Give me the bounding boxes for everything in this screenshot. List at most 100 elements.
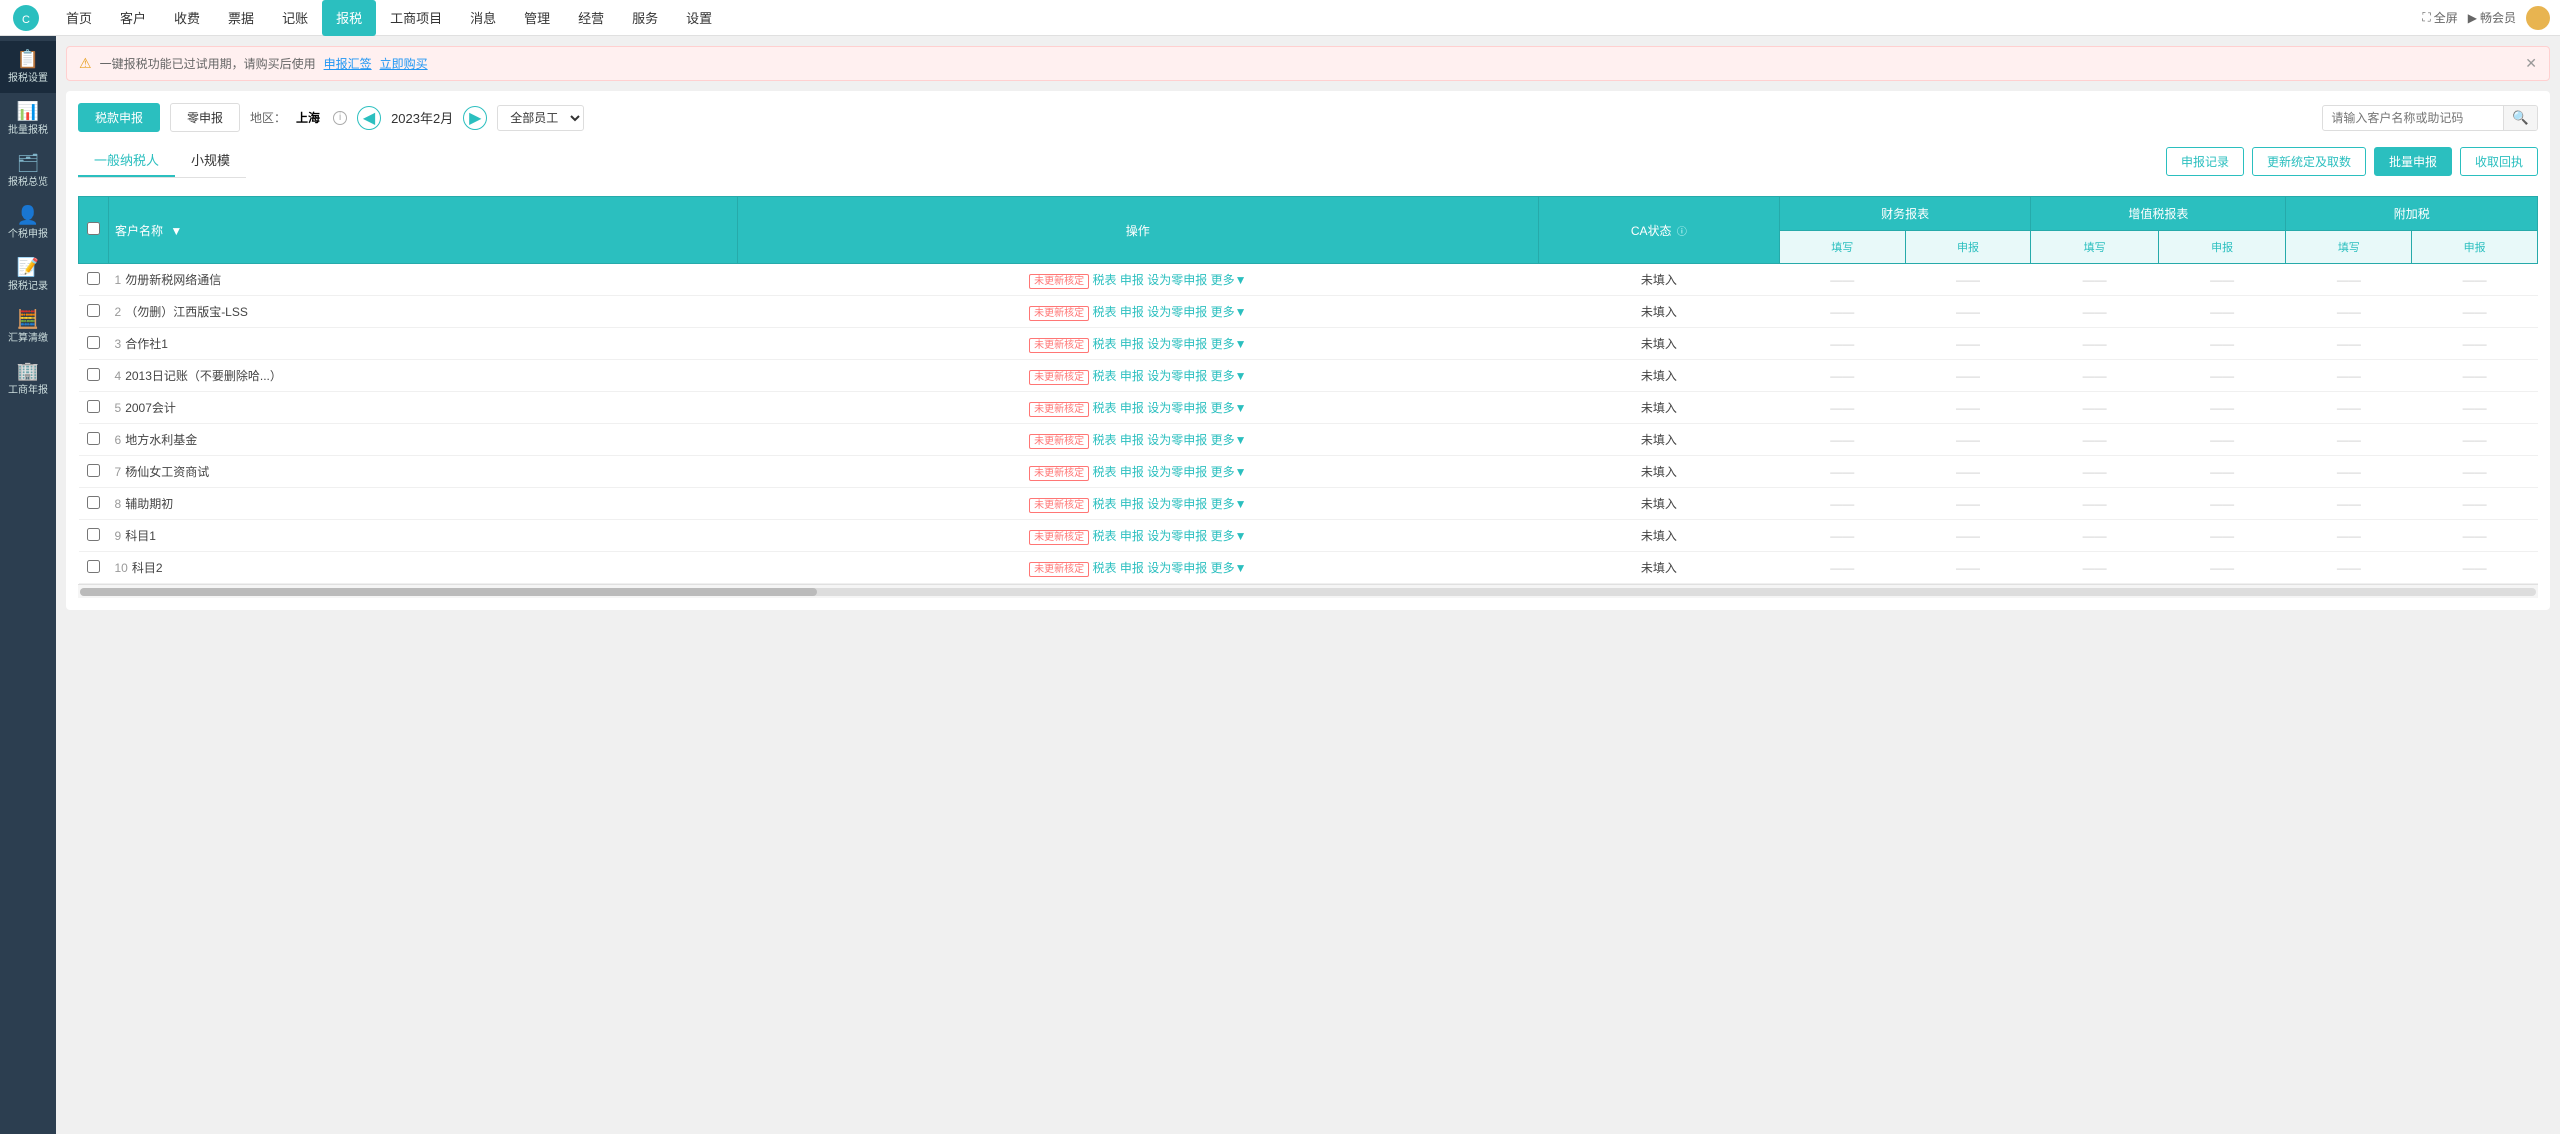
op-more[interactable]: 更多▼ (1211, 337, 1247, 351)
row-checkbox-5[interactable] (87, 432, 100, 445)
op-declare[interactable]: 申报 (1120, 401, 1144, 415)
unconfirmed-badge: 未更新核定 (1029, 498, 1089, 513)
nav-settings[interactable]: 设置 (672, 0, 726, 36)
sidebar-item-batch-tax[interactable]: 📊 批量报税 (0, 93, 56, 145)
op-declare[interactable]: 申报 (1120, 465, 1144, 479)
op-zero-declare[interactable]: 设为零申报 (1147, 529, 1207, 543)
sort-icon[interactable]: ▼ (170, 224, 182, 238)
op-zero-declare[interactable]: 设为零申报 (1147, 465, 1207, 479)
notice-link-buy[interactable]: 立即购买 (380, 55, 428, 72)
tab-general-taxpayer[interactable]: 一般纳税人 (78, 144, 175, 177)
op-tax-form[interactable]: 税表 (1092, 561, 1116, 575)
op-declare[interactable]: 申报 (1120, 273, 1144, 287)
scrollbar-thumb[interactable] (80, 588, 817, 596)
nav-home[interactable]: 首页 (52, 0, 106, 36)
nav-message[interactable]: 消息 (456, 0, 510, 36)
row-checkbox-2[interactable] (87, 336, 100, 349)
sidebar-item-tax-record[interactable]: 📝 报税记录 (0, 249, 56, 301)
row-checkbox-1[interactable] (87, 304, 100, 317)
row-checkbox-6[interactable] (87, 464, 100, 477)
region-info-icon[interactable]: i (333, 111, 347, 125)
row-checkbox-0[interactable] (87, 272, 100, 285)
sidebar-item-calc-clear[interactable]: 🧮 汇算清缴 (0, 301, 56, 353)
nav-manage[interactable]: 管理 (510, 0, 564, 36)
op-more[interactable]: 更多▼ (1211, 497, 1247, 511)
sidebar-item-tax-overview[interactable]: 🗂 报税总览 (0, 145, 56, 197)
op-more[interactable]: 更多▼ (1211, 561, 1247, 575)
op-tax-form[interactable]: 税表 (1092, 305, 1116, 319)
sidebar-item-tax-settings[interactable]: 📋 报税设置 (0, 41, 56, 93)
op-tax-form[interactable]: 税表 (1092, 401, 1116, 415)
tab-zero-declare[interactable]: 零申报 (170, 103, 240, 132)
ca-info-icon[interactable]: ⓘ (1677, 227, 1687, 238)
row-checkbox-9[interactable] (87, 560, 100, 573)
op-tax-form[interactable]: 税表 (1092, 529, 1116, 543)
row-cell-0: —— (1779, 392, 1905, 424)
member-button[interactable]: ▶ 畅会员 (2468, 9, 2516, 26)
row-checkbox-4[interactable] (87, 400, 100, 413)
search-input[interactable] (2323, 107, 2503, 129)
period-next-button[interactable]: ▶ (463, 106, 487, 130)
collect-return-button[interactable]: 收取回执 (2460, 147, 2538, 176)
op-zero-declare[interactable]: 设为零申报 (1147, 369, 1207, 383)
op-zero-declare[interactable]: 设为零申报 (1147, 305, 1207, 319)
op-tax-form[interactable]: 税表 (1092, 369, 1116, 383)
row-cell-0: —— (1779, 296, 1905, 328)
op-declare[interactable]: 申报 (1120, 529, 1144, 543)
op-declare[interactable]: 申报 (1120, 337, 1144, 351)
op-more[interactable]: 更多▼ (1211, 401, 1247, 415)
op-zero-declare[interactable]: 设为零申报 (1147, 337, 1207, 351)
op-declare[interactable]: 申报 (1120, 561, 1144, 575)
op-more[interactable]: 更多▼ (1211, 529, 1247, 543)
select-all-checkbox[interactable] (87, 222, 100, 235)
row-cell-1: —— (1905, 520, 2031, 552)
op-tax-form[interactable]: 税表 (1092, 337, 1116, 351)
op-declare[interactable]: 申报 (1120, 497, 1144, 511)
op-tax-form[interactable]: 税表 (1092, 273, 1116, 287)
op-more[interactable]: 更多▼ (1211, 273, 1247, 287)
nav-tax[interactable]: 报税 (322, 0, 376, 36)
op-declare[interactable]: 申报 (1120, 433, 1144, 447)
op-zero-declare[interactable]: 设为零申报 (1147, 433, 1207, 447)
op-declare[interactable]: 申报 (1120, 305, 1144, 319)
nav-account[interactable]: 记账 (268, 0, 322, 36)
op-zero-declare[interactable]: 设为零申报 (1147, 561, 1207, 575)
row-cell-0: —— (1779, 552, 1905, 584)
search-button[interactable]: 🔍 (2503, 106, 2537, 130)
notice-close-button[interactable]: ✕ (2525, 55, 2537, 72)
sidebar-item-personal-tax[interactable]: 👤 个税申报 (0, 197, 56, 249)
nav-biz[interactable]: 工商项目 (376, 0, 456, 36)
declare-record-button[interactable]: 申报记录 (2166, 147, 2244, 176)
nav-invoice[interactable]: 票据 (214, 0, 268, 36)
nav-finance[interactable]: 经营 (564, 0, 618, 36)
op-tax-form[interactable]: 税表 (1092, 433, 1116, 447)
op-tax-form[interactable]: 税表 (1092, 497, 1116, 511)
op-declare[interactable]: 申报 (1120, 369, 1144, 383)
user-avatar[interactable] (2526, 6, 2550, 30)
sidebar-item-biz-annual[interactable]: 🏢 工商年报 (0, 353, 56, 405)
fullscreen-button[interactable]: ⛶ 全屏 (2422, 9, 2457, 26)
tab-small-taxpayer[interactable]: 小规模 (175, 144, 246, 177)
row-checkbox-3[interactable] (87, 368, 100, 381)
update-quota-button[interactable]: 更新统定及取数 (2252, 147, 2366, 176)
horizontal-scrollbar[interactable] (80, 588, 2536, 596)
op-tax-form[interactable]: 税表 (1092, 465, 1116, 479)
op-more[interactable]: 更多▼ (1211, 433, 1247, 447)
period-prev-button[interactable]: ◀ (357, 106, 381, 130)
op-more[interactable]: 更多▼ (1211, 465, 1247, 479)
row-checkbox-7[interactable] (87, 496, 100, 509)
batch-declare-button[interactable]: 批量申报 (2374, 147, 2452, 176)
op-more[interactable]: 更多▼ (1211, 369, 1247, 383)
row-checkbox-8[interactable] (87, 528, 100, 541)
notice-link-report[interactable]: 申报汇签 (324, 55, 372, 72)
nav-client[interactable]: 客户 (106, 0, 160, 36)
op-zero-declare[interactable]: 设为零申报 (1147, 273, 1207, 287)
op-more[interactable]: 更多▼ (1211, 305, 1247, 319)
nav-service[interactable]: 服务 (618, 0, 672, 36)
op-zero-declare[interactable]: 设为零申报 (1147, 497, 1207, 511)
op-zero-declare[interactable]: 设为零申报 (1147, 401, 1207, 415)
tab-tax-declare[interactable]: 税款申报 (78, 103, 160, 132)
employee-select[interactable]: 全部员工 (497, 105, 584, 131)
nav-billing[interactable]: 收费 (160, 0, 214, 36)
row-client-name: 10科目2 (109, 552, 738, 584)
